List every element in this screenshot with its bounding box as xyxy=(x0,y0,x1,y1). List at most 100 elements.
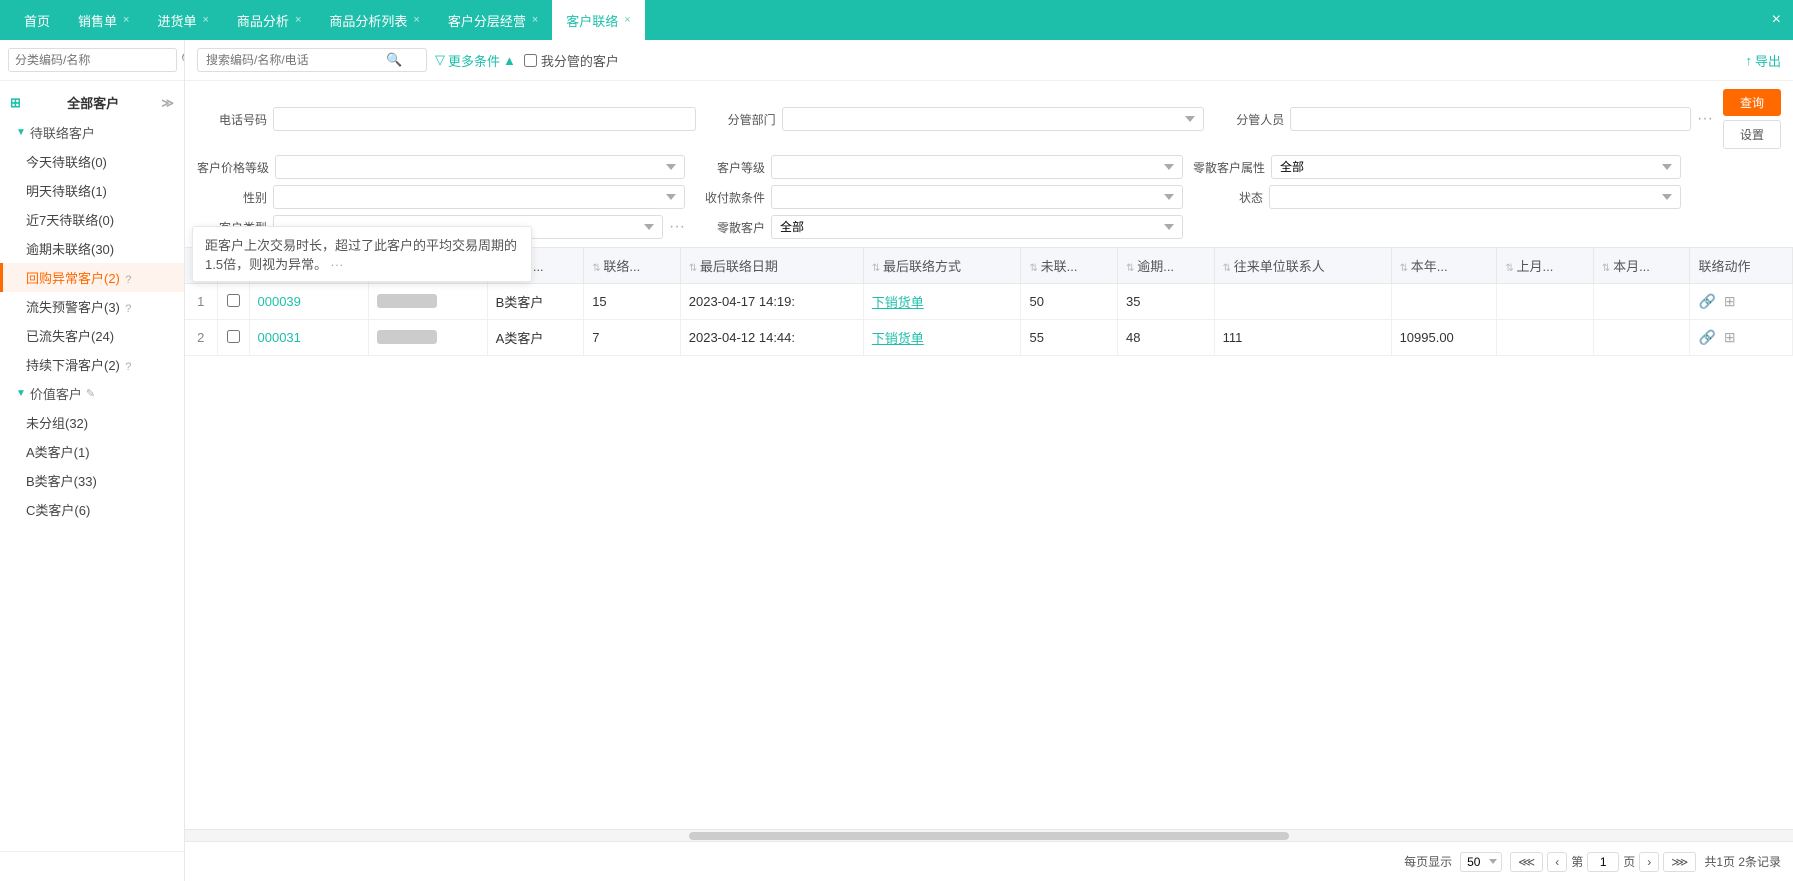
contact-method-link[interactable]: 下销货单 xyxy=(872,331,924,346)
contact-method-link[interactable]: 下销货单 xyxy=(872,295,924,310)
page-input[interactable] xyxy=(1587,852,1619,872)
settings-button[interactable]: 设置 xyxy=(1723,120,1781,149)
nav-close-customer-tier[interactable]: × xyxy=(532,14,538,26)
col-overdue-header[interactable]: 逾期... xyxy=(1118,248,1215,284)
tooltip-more[interactable]: ··· xyxy=(330,257,343,272)
sidebar-declining-customers[interactable]: 持续下滑客户(2) ? xyxy=(0,350,184,379)
sidebar-lost-customers[interactable]: 已流失客户(24) xyxy=(0,321,184,350)
nav-close-purchase[interactable]: × xyxy=(202,14,208,26)
nav-item-purchase[interactable]: 进货单 × xyxy=(143,0,222,40)
col-this-year-header[interactable]: 本年... xyxy=(1391,248,1497,284)
filter-phone: 电话号码 xyxy=(197,107,696,131)
query-button[interactable]: 查询 xyxy=(1723,89,1781,116)
col-last-contact-date-header[interactable]: 最后联络日期 xyxy=(680,248,863,284)
main-search-input[interactable] xyxy=(206,53,386,67)
retail-customer-select[interactable]: 全部 xyxy=(771,215,1183,239)
more-conditions-btn[interactable]: ▽ 更多条件 ▲ xyxy=(435,51,516,70)
nav-item-analysis[interactable]: 商品分析 × xyxy=(223,0,315,40)
col-contact-count-header[interactable]: 联络... xyxy=(584,248,681,284)
nav-close-sales[interactable]: × xyxy=(123,14,129,26)
horizontal-scrollbar[interactable] xyxy=(185,829,1793,841)
row-uncontacted: 50 xyxy=(1021,284,1118,320)
table-row: 1 000039 B类客户 15 2023-04-17 14:19: 下销货单 … xyxy=(185,284,1793,320)
row-checkbox[interactable] xyxy=(227,294,240,307)
status-select[interactable] xyxy=(1269,185,1681,209)
row-code[interactable]: 000039 xyxy=(249,284,368,320)
table-container[interactable]: ⚙ 客户编码 客户名称 客户... xyxy=(185,248,1793,829)
scroll-thumb[interactable] xyxy=(689,832,1289,840)
advanced-filters: 电话号码 分管部门 分管人员 ··· 查询 设置 xyxy=(185,81,1793,248)
dept-select[interactable] xyxy=(782,107,1205,131)
nav-item-sales[interactable]: 销售单 × xyxy=(64,0,143,40)
price-grade-select[interactable] xyxy=(275,155,685,179)
row-action-grid-icon[interactable]: ⊞ xyxy=(1724,293,1736,310)
row-code[interactable]: 000031 xyxy=(249,320,368,356)
edit-icon[interactable]: ✎ xyxy=(86,387,95,400)
row-contact-count: 7 xyxy=(584,320,681,356)
row-contact-person xyxy=(1214,284,1391,320)
row-name xyxy=(368,284,487,320)
nav-close-analysis-list[interactable]: × xyxy=(413,14,419,26)
sidebar-overdue-pending[interactable]: 逾期未联络(30) xyxy=(0,234,184,263)
last-page-btn[interactable]: ⋙ xyxy=(1663,852,1696,872)
sidebar-ungrouped[interactable]: 未分组(32) xyxy=(0,408,184,437)
row-last-contact-method[interactable]: 下销货单 xyxy=(863,320,1021,356)
payment-select[interactable] xyxy=(771,185,1183,209)
sidebar-all-customers[interactable]: ⊞ 全部客户 ≫ xyxy=(0,87,184,118)
sidebar-search-area: 🔍 xyxy=(0,40,184,81)
nav-close-analysis[interactable]: × xyxy=(295,14,301,26)
my-customers-checkbox[interactable] xyxy=(524,54,537,67)
per-page-select[interactable]: 50 xyxy=(1460,852,1502,872)
col-last-month-header[interactable]: 上月... xyxy=(1497,248,1594,284)
page-label: 第 xyxy=(1571,853,1583,870)
nav-close-customer-contact[interactable]: × xyxy=(624,14,630,26)
next-page-btn[interactable]: › xyxy=(1639,852,1659,872)
manager-input[interactable] xyxy=(1290,107,1691,131)
gender-select[interactable] xyxy=(273,185,685,209)
row-action-link-icon[interactable]: 🔗 xyxy=(1698,329,1715,346)
category-search-input[interactable] xyxy=(8,48,177,72)
customer-grade-select[interactable] xyxy=(771,155,1183,179)
pagination-nav: ⋘ ‹ 第 页 › ⋙ xyxy=(1510,852,1696,872)
col-contact-person-header[interactable]: 往来单位联系人 xyxy=(1214,248,1391,284)
top-filter-bar: 🔍 ▽ 更多条件 ▲ 我分管的客户 ↑ 导出 xyxy=(185,40,1793,81)
total-records-label: 共1页 2条记录 xyxy=(1704,853,1781,870)
nav-item-customer-tier[interactable]: 客户分层经营 × xyxy=(434,0,552,40)
sidebar-pending-contact-group[interactable]: ▼ 待联络客户 xyxy=(0,118,184,147)
sidebar-value-customer-group[interactable]: ▼ 价值客户 ✎ xyxy=(0,379,184,408)
col-this-month-header[interactable]: 本月... xyxy=(1593,248,1690,284)
first-page-btn[interactable]: ⋘ xyxy=(1510,852,1543,872)
nav-item-home[interactable]: 首页 xyxy=(10,0,64,40)
manager-more-icon[interactable]: ··· xyxy=(1697,110,1713,128)
row-last-contact-method[interactable]: 下销货单 xyxy=(863,284,1021,320)
row-action-grid-icon[interactable]: ⊞ xyxy=(1724,329,1736,346)
customer-type-more[interactable]: ··· xyxy=(669,218,685,236)
main-search-icon[interactable]: 🔍 xyxy=(386,52,402,68)
row-checkbox[interactable] xyxy=(227,330,240,343)
nav-item-customer-contact[interactable]: 客户联络 × xyxy=(552,0,644,40)
sidebar-collapse-icon[interactable]: ≫ xyxy=(161,96,174,110)
question-icon2: ? xyxy=(125,303,131,315)
sidebar-tomorrow-pending[interactable]: 明天待联络(1) xyxy=(0,176,184,205)
retail-attr-select[interactable]: 全部 xyxy=(1271,155,1681,179)
row-this-month xyxy=(1593,284,1690,320)
sidebar-abnormal-repurchase[interactable]: 回购异常客户(2) ? xyxy=(0,263,184,292)
filter-dept: 分管部门 xyxy=(706,107,1205,131)
export-button[interactable]: ↑ 导出 xyxy=(1745,51,1781,70)
col-last-contact-method-header[interactable]: 最后联络方式 xyxy=(863,248,1021,284)
row-action-link-icon[interactable]: 🔗 xyxy=(1698,293,1715,310)
col-uncontacted-header[interactable]: 未联... xyxy=(1021,248,1118,284)
nav-close-all-button[interactable]: × xyxy=(1772,11,1781,29)
filter-price-grade: 客户价格等级 xyxy=(197,155,685,179)
sidebar-7day-pending[interactable]: 近7天待联络(0) xyxy=(0,205,184,234)
phone-input[interactable] xyxy=(273,107,696,131)
sidebar-c-class[interactable]: C类客户(6) xyxy=(0,495,184,524)
sidebar-b-class[interactable]: B类客户(33) xyxy=(0,466,184,495)
row-customer-type: A类客户 xyxy=(487,320,584,356)
sidebar-today-pending[interactable]: 今天待联络(0) xyxy=(0,147,184,176)
prev-page-btn[interactable]: ‹ xyxy=(1547,852,1567,872)
sidebar-a-class[interactable]: A类客户(1) xyxy=(0,437,184,466)
sidebar-loss-warning[interactable]: 流失预警客户(3) ? xyxy=(0,292,184,321)
nav-item-analysis-list[interactable]: 商品分析列表 × xyxy=(315,0,433,40)
export-icon: ↑ xyxy=(1745,53,1752,68)
